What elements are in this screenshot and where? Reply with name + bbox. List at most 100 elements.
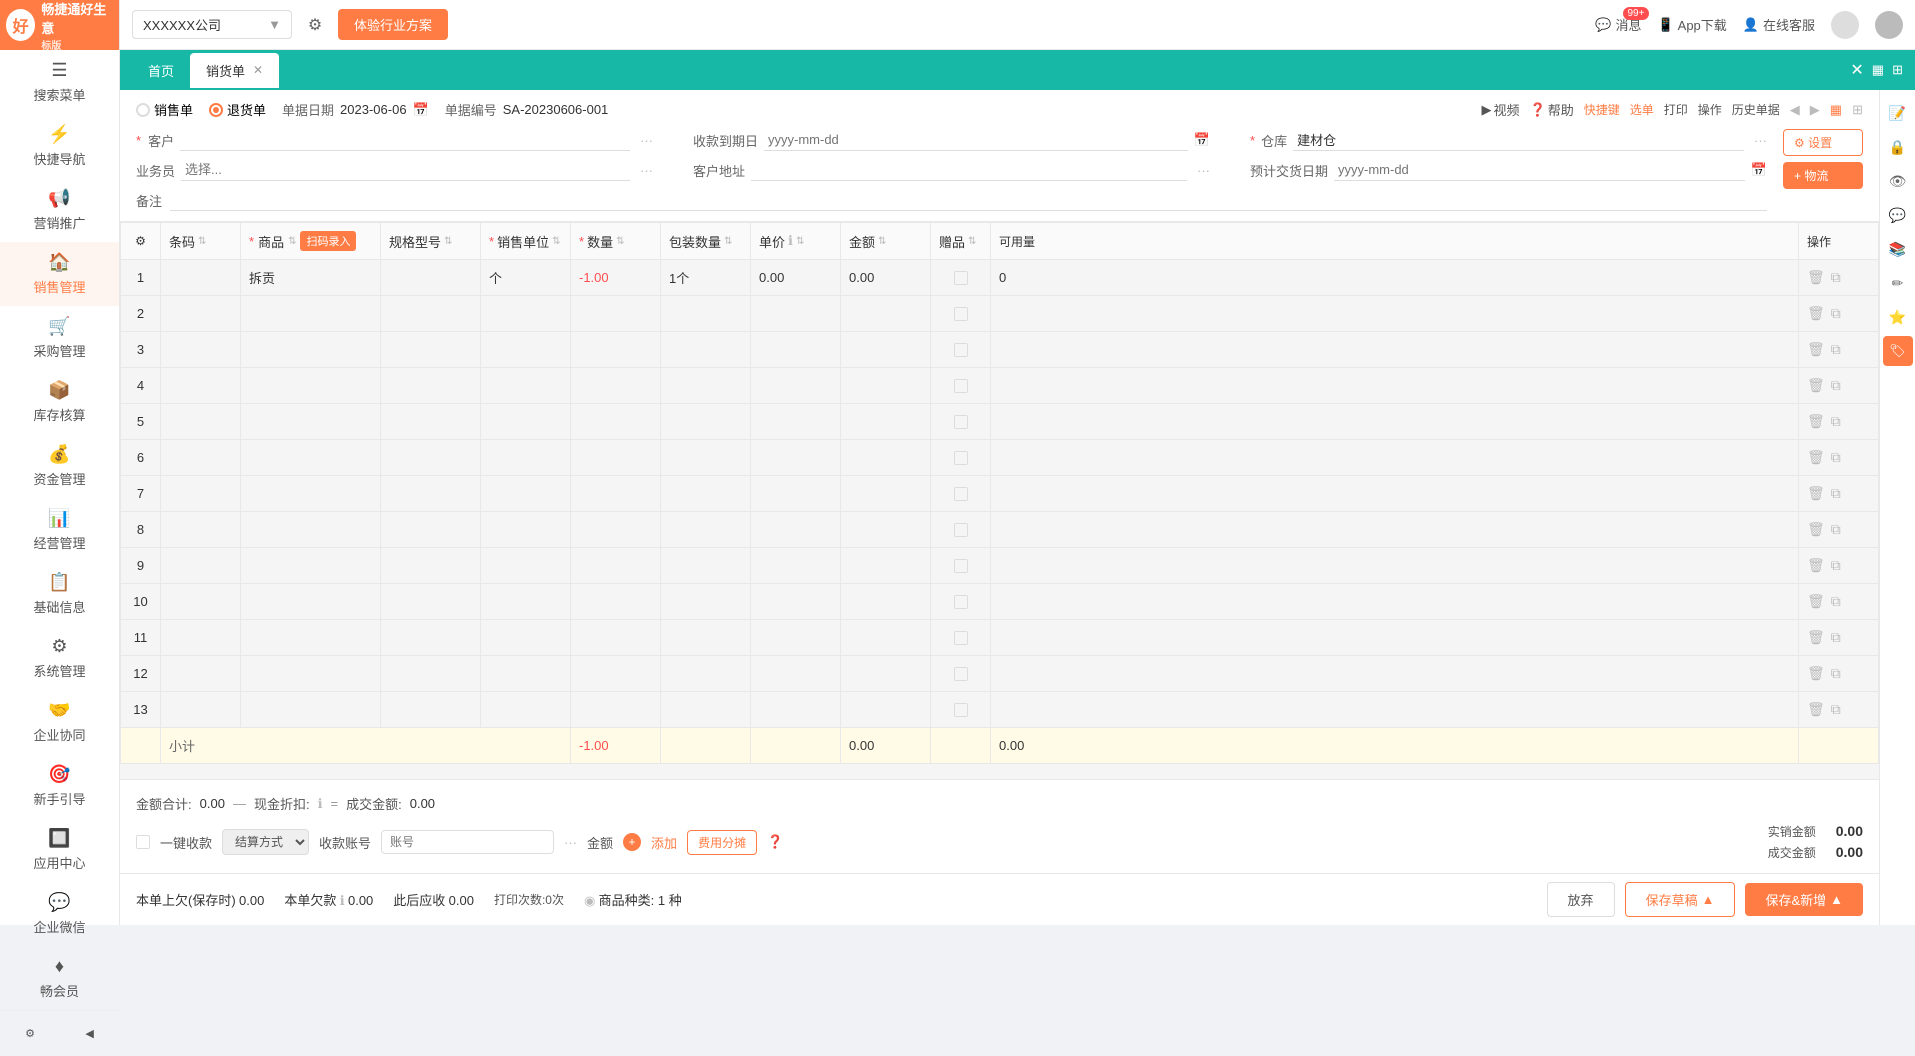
copy-icon[interactable]: ⧉ (1831, 377, 1841, 394)
sidebar-item-system[interactable]: ⚙ 系统管理 (0, 626, 119, 690)
sidebar-item-sales[interactable]: 🏠 销售管理 (0, 242, 119, 306)
sidebar-settings-btn[interactable]: ⚙ (21, 1019, 39, 1048)
shortcut-btn[interactable]: 快捷键 (1584, 101, 1620, 118)
product-type-info[interactable]: ◉ (584, 893, 595, 908)
sidebar-item-marketing[interactable]: 📢 营销推广 (0, 178, 119, 242)
tab-home[interactable]: 首页 (132, 53, 190, 88)
delete-icon[interactable]: 🗑 (1807, 665, 1825, 682)
video-btn[interactable]: ▶ 视频 (1482, 100, 1520, 119)
customer-input[interactable] (180, 129, 630, 151)
copy-icon[interactable]: ⧉ (1831, 557, 1841, 574)
remarks-input[interactable] (170, 189, 1767, 211)
cell-pkg-qty[interactable]: 1个 (661, 260, 751, 296)
warehouse-dots[interactable]: ··· (1754, 133, 1767, 148)
calendar-icon-payment[interactable]: 📅 (1194, 132, 1210, 148)
delete-icon[interactable]: 🗑 (1807, 557, 1825, 574)
copy-icon[interactable]: ⧉ (1831, 593, 1841, 610)
delete-icon[interactable]: 🗑 (1807, 413, 1825, 430)
rp-star-icon[interactable]: ⭐ (1883, 302, 1913, 332)
customer-addr-input[interactable] (751, 159, 1187, 181)
radio-return[interactable]: 退货单 (209, 100, 266, 119)
sidebar-item-enterprise[interactable]: 🤝 企业协同 (0, 690, 119, 754)
th-settings[interactable]: ⚙ (121, 223, 161, 260)
sidebar-item-baseinfo[interactable]: 📋 基础信息 (0, 562, 119, 626)
sidebar-item-inventory[interactable]: 📦 库存核算 (0, 370, 119, 434)
copy-icon[interactable]: ⧉ (1831, 449, 1841, 466)
rp-edit-icon[interactable]: 📝 (1883, 98, 1913, 128)
rp-book-icon[interactable]: 📚 (1883, 234, 1913, 264)
rp-lock-icon[interactable]: 🔒 (1883, 132, 1913, 162)
copy-icon[interactable]: ⧉ (1831, 413, 1841, 430)
tab-sales-order[interactable]: 销货单 ✕ (190, 53, 279, 88)
delete-icon[interactable]: 🗑 (1807, 701, 1825, 718)
message-button[interactable]: 💬 消息 99+ (1595, 15, 1641, 34)
salesperson-input[interactable] (181, 159, 630, 181)
expense-info-icon[interactable]: ❓ (767, 834, 783, 850)
delete-icon[interactable]: 🗑 (1807, 269, 1825, 286)
layout-icon-1[interactable]: ▦ (1872, 62, 1884, 78)
delete-icon[interactable]: 🗑 (1807, 629, 1825, 646)
online-service-button[interactable]: 👤 在线客服 (1743, 15, 1815, 34)
user-avatar[interactable] (1831, 11, 1859, 39)
layout-icon-2[interactable]: ⊞ (1892, 62, 1903, 78)
rp-chat-icon[interactable]: 💬 (1883, 200, 1913, 230)
abandon-button[interactable]: 放弃 (1547, 882, 1615, 917)
grid-icon[interactable]: ▦ (1830, 102, 1842, 118)
delete-icon[interactable]: 🗑 (1807, 521, 1825, 538)
sidebar-item-quicknav[interactable]: ⚡ 快捷导航 (0, 114, 119, 178)
one-click-payment-cb[interactable] (136, 835, 150, 849)
copy-icon[interactable]: ⧉ (1831, 341, 1841, 358)
radio-sales[interactable]: 销售单 (136, 100, 193, 119)
next-icon[interactable]: ▶ (1810, 102, 1820, 118)
cell-unit[interactable]: 个 (481, 260, 571, 296)
trial-button[interactable]: 体验行业方案 (338, 9, 448, 40)
cell-amount[interactable]: 0.00 (841, 260, 931, 296)
select-btn[interactable]: 选单 (1630, 101, 1654, 118)
prev-icon[interactable]: ◀ (1790, 102, 1800, 118)
history-btn[interactable]: 历史单据 (1732, 101, 1780, 118)
user-avatar2[interactable] (1875, 11, 1903, 39)
rp-eye-icon[interactable]: 👁 (1883, 166, 1913, 196)
sidebar-item-search[interactable]: ☰ 搜索菜单 (0, 50, 119, 114)
total-owed-info[interactable]: ℹ (340, 893, 345, 908)
cell-spec[interactable] (381, 260, 481, 296)
calendar-icon-delivery[interactable]: 📅 (1751, 162, 1767, 178)
payment-date-input[interactable] (764, 129, 1188, 151)
cell-quantity[interactable]: -1.00 (571, 260, 661, 296)
delete-icon[interactable]: 🗑 (1807, 593, 1825, 610)
delete-icon[interactable]: 🗑 (1807, 449, 1825, 466)
logistics-button[interactable]: + 物流 (1783, 162, 1863, 189)
copy-icon[interactable]: ⧉ (1831, 305, 1841, 322)
expense-split-button[interactable]: 费用分摊 (687, 830, 757, 855)
delete-icon[interactable]: 🗑 (1807, 377, 1825, 394)
bank-account-input[interactable] (381, 830, 554, 854)
price-info-icon[interactable]: ℹ (788, 233, 793, 249)
list-icon[interactable]: ⊞ (1852, 102, 1863, 118)
rp-tag-icon[interactable]: 🏷 (1883, 336, 1913, 366)
sidebar-item-member[interactable]: ♦ 畅会员 (0, 946, 119, 1010)
delivery-date-input[interactable] (1334, 159, 1745, 181)
help-btn[interactable]: ❓ 帮助 (1530, 100, 1574, 119)
save-new-button[interactable]: 保存&新增 ▲ (1745, 883, 1863, 916)
sidebar-item-operations[interactable]: 📊 经营管理 (0, 498, 119, 562)
add-payment-button[interactable]: + (623, 833, 641, 851)
cell-barcode[interactable] (161, 260, 241, 296)
discount-info-icon[interactable]: ℹ (318, 796, 323, 812)
addr-dots[interactable]: ··· (1197, 163, 1210, 178)
sidebar-item-guide[interactable]: 🎯 新手引导 (0, 754, 119, 818)
warehouse-input[interactable] (1293, 129, 1744, 151)
copy-icon[interactable]: ⧉ (1831, 701, 1841, 718)
copy-icon[interactable]: ⧉ (1831, 521, 1841, 538)
calendar-icon[interactable]: 📅 (413, 102, 429, 118)
salesperson-dots[interactable]: ··· (640, 163, 653, 178)
sidebar-item-wechat[interactable]: 💬 企业微信 (0, 882, 119, 946)
company-selector[interactable]: XXXXXX公司 ▼ (132, 10, 292, 39)
rp-pen-icon[interactable]: ✏ (1883, 268, 1913, 298)
global-settings-button[interactable]: ⚙ (300, 10, 330, 40)
delete-icon[interactable]: 🗑 (1807, 485, 1825, 502)
cell-available[interactable]: 0 (991, 260, 1799, 296)
dots-icon[interactable]: ··· (564, 835, 577, 850)
cell-gift[interactable] (931, 260, 991, 296)
sidebar-item-purchase[interactable]: 🛒 采购管理 (0, 306, 119, 370)
delete-icon[interactable]: 🗑 (1807, 305, 1825, 322)
